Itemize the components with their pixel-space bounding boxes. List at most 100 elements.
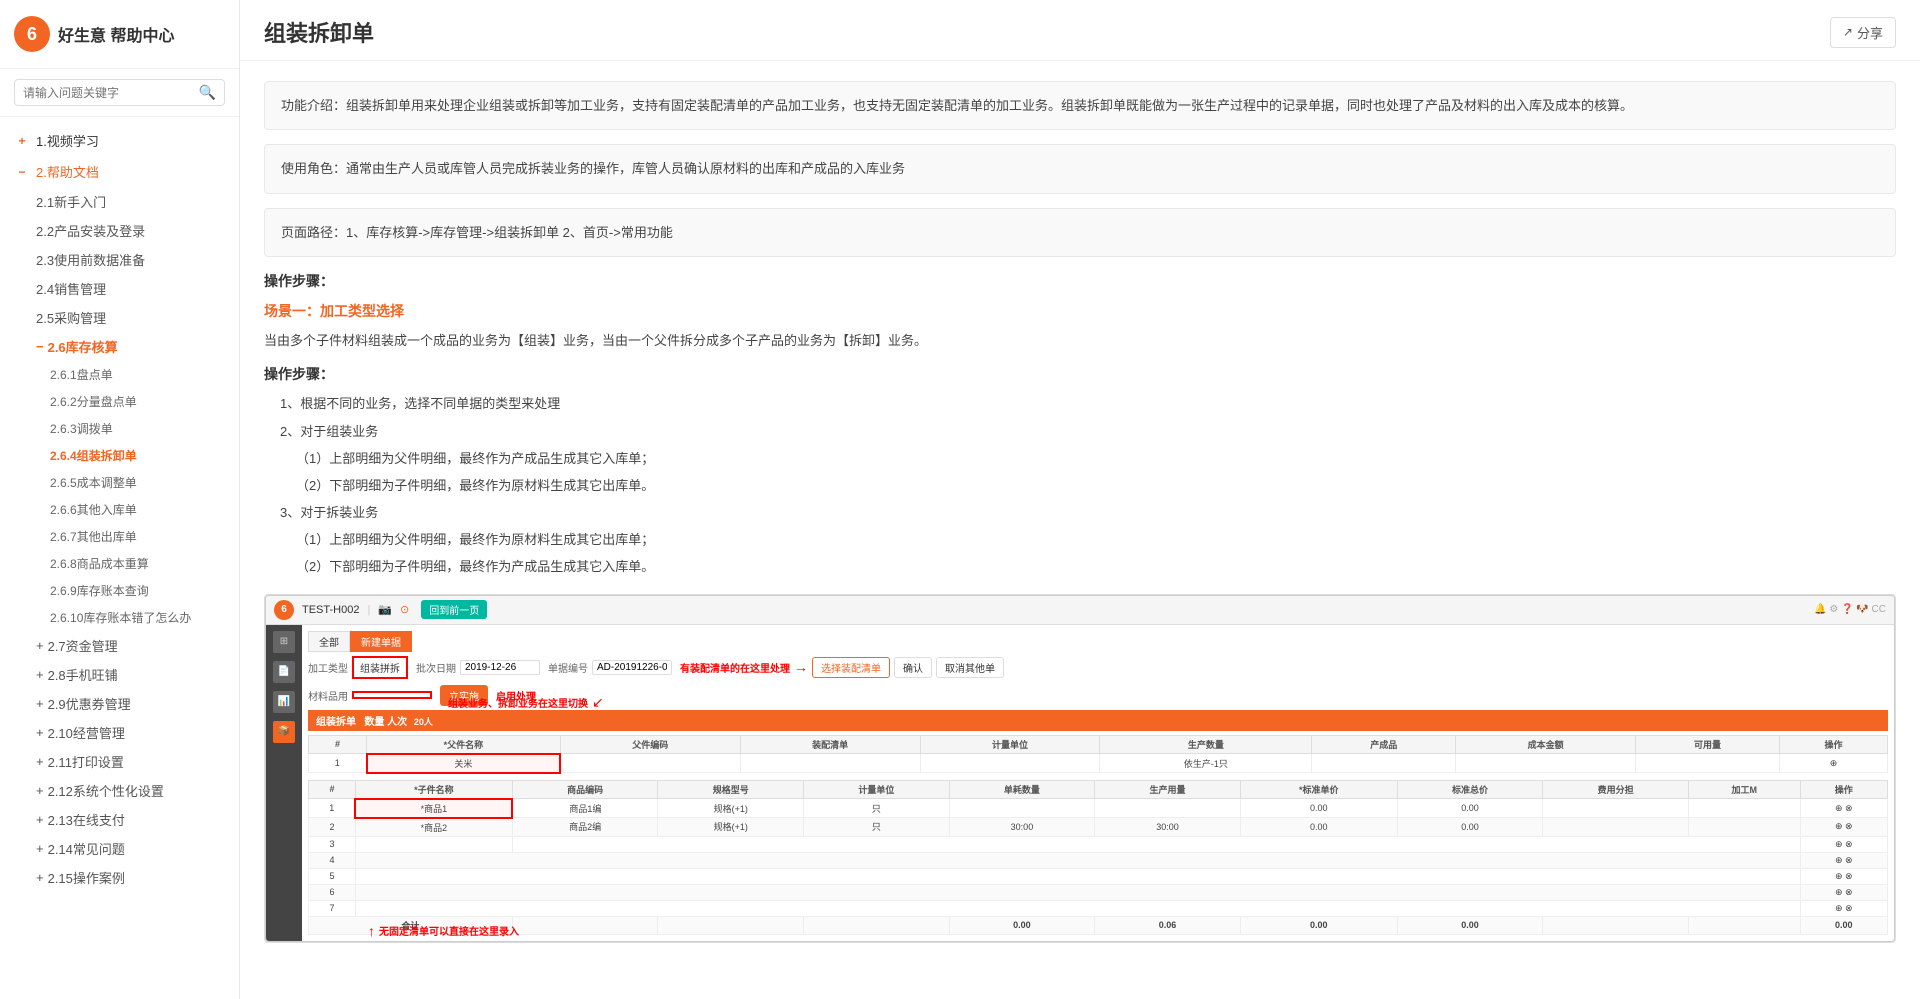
intro-block-1: 功能介绍：组装拆卸单用来处理企业组装或拆卸等加工业务，支持有固定装配清单的产品加… <box>264 81 1896 130</box>
sidebar-item-ops[interactable]: + 2.10经营管理 <box>0 718 239 747</box>
sidebar-item-video[interactable]: + 1.视频学习 <box>0 125 239 156</box>
sidebar-item-inventory[interactable]: − 2.6库存核算 <box>0 332 239 361</box>
th-action: 操作 <box>1780 735 1888 754</box>
share-button[interactable]: ↗ 分享 <box>1830 17 1896 48</box>
app-bom-box <box>352 691 432 699</box>
sidebar-item-cost-adjust[interactable]: 2.6.5成本调整单 <box>0 469 239 496</box>
ltd-num2: 2 <box>309 818 356 837</box>
step2: 2、对于组装业务 <box>264 420 1896 445</box>
td-qty-cell: 依生产-1只 <box>1100 754 1312 773</box>
app-annotation2-area: 组装业务、拆卸业务在这里切换 ↙ <box>448 694 604 711</box>
ltd-uqty1 <box>949 799 1095 818</box>
ltd-empty5 <box>355 868 1800 884</box>
lth-spec: 规格型号 <box>658 780 804 799</box>
logo-icon: 6 <box>14 16 50 52</box>
table-totals-row: 合计 0.00 0.06 0.00 0.00 <box>309 916 1888 934</box>
ltd-child-name1: *商品1 <box>355 799 512 818</box>
ltd-action7: ⊕ ⊗ <box>1800 900 1887 916</box>
app-left-sidebar: ⊞ 📄 📊 📦 <box>266 625 302 941</box>
app-topbar-id: TEST-H002 <box>302 604 359 616</box>
sidebar-item-inventory-check[interactable]: 2.6.1盘点单 <box>0 361 239 388</box>
ltd-unit2: 只 <box>804 818 950 837</box>
app-cancel-btn[interactable]: 取消其他单 <box>936 657 1004 678</box>
minus-icon-inventory: − <box>36 339 44 354</box>
ltd-action6: ⊕ ⊗ <box>1800 884 1887 900</box>
main-content: 组装拆卸单 ↗ 分享 功能介绍：组装拆卸单用来处理企业组装或拆卸等加工业务，支持… <box>240 0 1920 999</box>
sidebar-item-assembly[interactable]: 2.6.4组装拆卸单 <box>0 442 239 469</box>
plus-icon-payment: + <box>36 812 44 827</box>
ltd-total-v2: 0.06 <box>1095 916 1241 934</box>
plus-icon-cases: + <box>36 870 44 885</box>
plus-icon-coupon: + <box>36 696 44 711</box>
ltd-empty4 <box>355 852 1800 868</box>
sidebar-item-ledger-fix[interactable]: 2.6.10库存账本错了怎么办 <box>0 604 239 631</box>
sidebar-item-purchase[interactable]: 2.5采购管理 <box>0 303 239 332</box>
sidebar-item-payment[interactable]: + 2.13在线支付 <box>0 805 239 834</box>
ltd-child-name2: *商品2 <box>355 818 512 837</box>
table-row: 6 ⊕ ⊗ <box>309 884 1888 900</box>
sidebar-item-other-inbound[interactable]: 2.6.6其他入库单 <box>0 496 239 523</box>
step2-2: （2）下部明细为子件明细，最终作为原材料生成其它出库单。 <box>264 474 1896 499</box>
ltd-total-empty1 <box>512 916 658 934</box>
app-tab-list[interactable]: 全部 <box>308 631 350 652</box>
sidebar-item-mobile[interactable]: + 2.8手机旺铺 <box>0 660 239 689</box>
ltd-total-v1: 0.00 <box>949 916 1095 934</box>
ltd-num4: 4 <box>309 852 356 868</box>
sidebar-item-data-prep[interactable]: 2.3使用前数据准备 <box>0 245 239 274</box>
logo-area: 6 好生意 帮助中心 <box>0 0 239 69</box>
scene1-desc: 当由多个子件材料组装成一个成品的业务为【组装】业务，当由一个父件拆分成多个子产品… <box>264 329 1896 354</box>
sidebar-item-faq[interactable]: + 2.14常见问题 <box>0 834 239 863</box>
sidebar-item-transfer[interactable]: 2.6.3调拨单 <box>0 415 239 442</box>
share-icon: ↗ <box>1843 25 1853 39</box>
ltd-total-empty2 <box>658 916 804 934</box>
app-select-bom-btn[interactable]: 选择装配清单 <box>812 657 890 678</box>
intro-block-3: 页面路径：1、库存核算->库存管理->组装拆卸单 2、首页->常用功能 <box>264 208 1896 257</box>
app-annotation4-text: 无固定清单可以直接在这里录入 <box>379 923 519 938</box>
lth-unit-qty: 单耗数量 <box>949 780 1095 799</box>
sidebar-item-coupon[interactable]: + 2.9优惠券管理 <box>0 689 239 718</box>
th-parent-name: *父件名称 <box>367 735 561 754</box>
sidebar-item-print[interactable]: + 2.11打印设置 <box>0 747 239 776</box>
td-cost-cell <box>1456 754 1636 773</box>
ltd-code2: 商品2编 <box>512 818 658 837</box>
sidebar-item-help-docs[interactable]: − 2.帮助文档 <box>0 156 239 187</box>
ltd-action5: ⊕ ⊗ <box>1800 868 1887 884</box>
sidebar-item-inventory-detail[interactable]: 2.6.2分量盘点单 <box>0 388 239 415</box>
sidebar-item-sales[interactable]: 2.4销售管理 <box>0 274 239 303</box>
operation-steps-title: 操作步骤： <box>264 271 1896 291</box>
td-action-cell: ⊕ <box>1780 754 1888 773</box>
sidebar-item-beginner[interactable]: 2.1新手入门 <box>0 187 239 216</box>
sidebar-item-install[interactable]: 2.2产品安装及登录 <box>0 216 239 245</box>
app-field-orderid-input[interactable] <box>592 660 672 675</box>
sidebar-item-cost-recalc[interactable]: 2.6.8商品成本重算 <box>0 550 239 577</box>
app-field-date-input[interactable] <box>460 660 540 675</box>
ltd-action1: ⊕ ⊗ <box>1800 799 1887 818</box>
th-unit: 计量单位 <box>920 735 1100 754</box>
app-topbar-green-btn: 回到前一页 <box>421 600 487 619</box>
app-confirm-btn[interactable]: 确认 <box>894 657 932 678</box>
sidebar-item-cases[interactable]: + 2.15操作案例 <box>0 863 239 892</box>
step3: 3、对于拆装业务 <box>264 501 1896 526</box>
sidebar-item-ledger-query[interactable]: 2.6.9库存账本查询 <box>0 577 239 604</box>
table-row: 2 *商品2 商品2编 规格(+1) 只 30:00 30:00 0.00 0. <box>309 818 1888 837</box>
sidebar-item-finance[interactable]: + 2.7资金管理 <box>0 631 239 660</box>
sidebar-item-other-outbound[interactable]: 2.6.7其他出库单 <box>0 523 239 550</box>
app-tab-new[interactable]: 新建单据 <box>350 631 412 652</box>
lth-std-price: *标准单价 <box>1240 780 1397 799</box>
page-title: 组装拆卸单 <box>264 16 374 48</box>
search-input[interactable] <box>23 86 199 100</box>
ltd-sprice2: 0.00 <box>1240 818 1397 837</box>
app-type-value: 组装拼拆 <box>352 656 408 679</box>
nav-tree: + 1.视频学习 − 2.帮助文档 2.1新手入门 2.2产品安装及登录 2.3… <box>0 117 239 999</box>
ltd-process1 <box>1688 799 1800 818</box>
lth-cost-share: 费用分担 <box>1543 780 1689 799</box>
lth-std-total: 标准总价 <box>1397 780 1543 799</box>
ltd-stotal2: 0.00 <box>1397 818 1543 837</box>
search-button[interactable]: 🔍 <box>199 84 216 101</box>
lth-process: 加工M <box>1688 780 1800 799</box>
ltd-num3: 3 <box>309 836 356 852</box>
sidebar-item-personalize[interactable]: + 2.12系统个性化设置 <box>0 776 239 805</box>
app-fields-row: 加工类型 组装拼拆 批次日期 单据编号 <box>308 656 1888 679</box>
ltd-num6: 6 <box>309 884 356 900</box>
intro-block-2: 使用角色：通常由生产人员或库管人员完成拆装业务的操作，库管人员确认原材料的出库和… <box>264 144 1896 193</box>
